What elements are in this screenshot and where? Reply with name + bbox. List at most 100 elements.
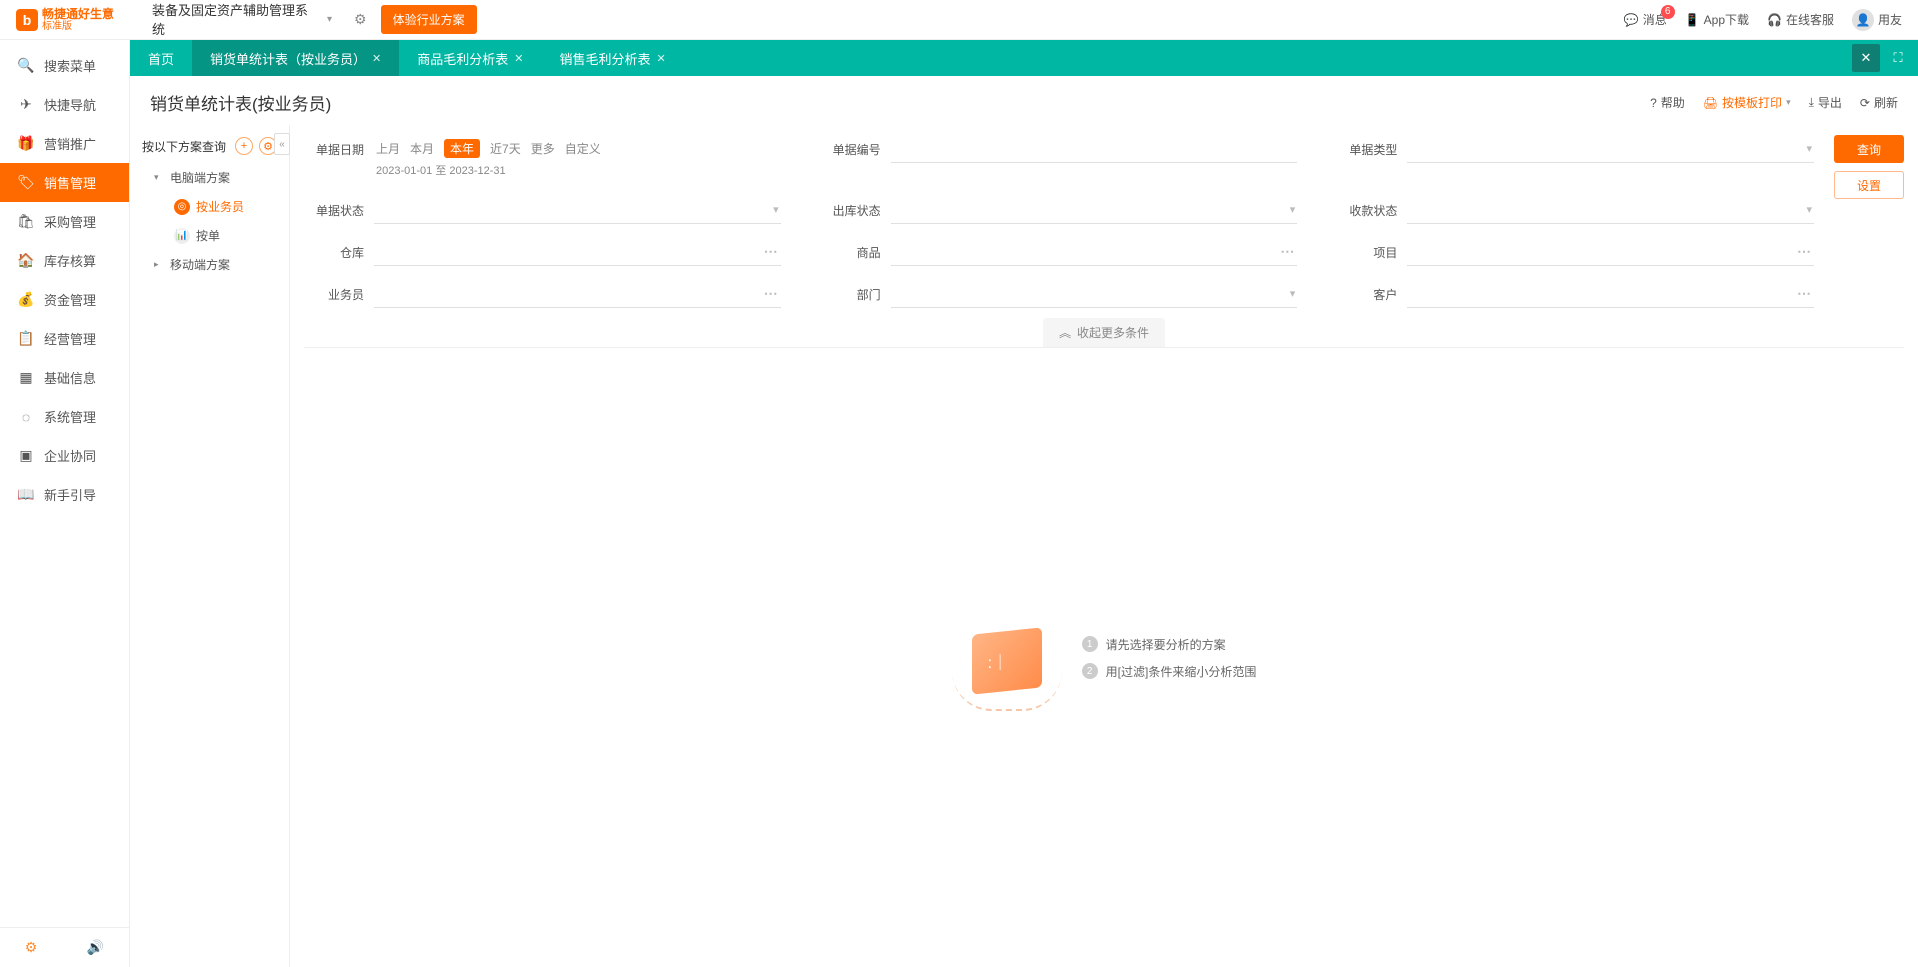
fullscreen-button[interactable]: ⛶ [1884,44,1912,72]
export-icon: ⤓ [1809,95,1814,110]
close-icon[interactable]: ✕ [657,52,666,65]
collapse-scheme-panel-button[interactable]: « [274,133,290,155]
sidebar-item-label: 采购管理 [44,212,96,231]
order-type-select[interactable]: ▾ [1407,135,1814,163]
add-scheme-button[interactable]: + [235,137,253,155]
topbar-right: 💬 消息 6 📱 App下载 🎧 在线客服 👤 用友 [1624,9,1902,31]
tree-mobile-schemes[interactable]: ▸移动端方案 [138,250,281,279]
customer-picker[interactable]: ⋯ [1407,280,1814,308]
settings-gear-icon[interactable]: ⚙ [25,939,38,956]
sidebar-item-marketing[interactable]: 🎁营销推广 [0,124,129,163]
topbar: b 畅捷通好生意 标准版 装备及固定资产辅助管理系统 ▾ ⚙ 体验行业方案 💬 … [0,0,1918,40]
sidebar-item-quick-nav[interactable]: ✈快捷导航 [0,85,129,124]
collapse-filters-button[interactable]: ︽ 收起更多条件 [1043,318,1165,347]
circle-icon: ◌ [18,409,34,425]
chevron-down-icon: ▾ [327,14,332,25]
sidebar-item-search-menu[interactable]: 🔍搜索菜单 [0,46,129,85]
print-template-button[interactable]: 🖨按模板打印▾ [1703,94,1791,111]
tree-pc-schemes[interactable]: ▾ 电脑端方案 [138,163,281,192]
date-last-month[interactable]: 上月 [376,140,400,157]
chevron-down-icon: ▾ [1806,203,1812,216]
warehouse-picker[interactable]: ⋯ [374,238,781,266]
empty-step-1: 1请先选择要分析的方案 [1082,636,1257,653]
system-name: 装备及固定资产辅助管理系统 [152,0,317,38]
tree-label: 移动端方案 [170,256,230,273]
tree-label: 电脑端方案 [170,169,230,186]
sidebar-item-purchase[interactable]: 🛍采购管理 [0,202,129,241]
tab-sales-stats[interactable]: 销货单统计表（按业务员） ✕ [192,40,399,76]
refresh-button[interactable]: ⟳刷新 [1860,94,1898,111]
project-picker[interactable]: ⋯ [1407,238,1814,266]
close-icon[interactable]: ✕ [372,52,381,65]
brand-logo: b 畅捷通好生意 标准版 [16,8,126,32]
customer-service-link[interactable]: 🎧 在线客服 [1767,11,1834,28]
sidebar-item-funds[interactable]: 💰资金管理 [0,280,129,319]
system-selector[interactable]: 装备及固定资产辅助管理系统 ▾ [142,0,342,43]
caret-down-icon: ▾ [154,172,164,183]
help-link[interactable]: ?帮助 [1650,94,1685,111]
logo-icon: b [16,9,38,31]
sidebar-item-label: 新手引导 [44,485,96,504]
app-download-link[interactable]: 📱 App下载 [1685,11,1749,28]
settings-button[interactable]: 设置 [1834,171,1904,199]
more-icon: ⋯ [1797,285,1812,302]
field-project: 项目 ⋯ [1337,238,1814,266]
tab-sales-profit[interactable]: 销售毛利分析表 ✕ [541,40,683,76]
query-button[interactable]: 查询 [1834,135,1904,163]
tab-home[interactable]: 首页 [130,40,192,76]
department-select[interactable]: ▾ [891,280,1298,308]
gear-icon[interactable]: ⚙ [354,11,367,28]
empty-step-2: 2用[过滤]条件来缩小分析范围 [1082,663,1257,680]
step-badge: 2 [1082,663,1098,679]
sidebar-item-label: 资金管理 [44,290,96,309]
result-area: :｜ 1请先选择要分析的方案 2用[过滤]条件来缩小分析范围 [304,347,1904,967]
user-name: 用友 [1878,11,1902,28]
tab-product-profit[interactable]: 商品毛利分析表 ✕ [399,40,541,76]
sidebar-item-sales[interactable]: 🏷销售管理 [0,163,129,202]
sidebar-item-operations[interactable]: 📋经营管理 [0,319,129,358]
messages-link[interactable]: 💬 消息 6 [1624,11,1667,28]
order-status-select[interactable]: ▾ [374,196,781,224]
date-range-display: 2023-01-01 至 2023-12-31 [376,162,779,178]
sidebar-item-system[interactable]: ◌系统管理 [0,397,129,436]
export-button[interactable]: ⤓导出 [1809,94,1842,111]
tab-label: 销货单统计表（按业务员） [210,49,366,68]
date-this-year[interactable]: 本年 [444,139,480,158]
brand-name: 畅捷通好生意 [42,8,114,20]
close-all-tabs-button[interactable]: ✕ [1852,44,1880,72]
out-status-select[interactable]: ▾ [891,196,1298,224]
sidebar-item-guide[interactable]: 📖新手引导 [0,475,129,514]
empty-illustration: :｜ [952,613,1062,703]
salesman-picker[interactable]: ⋯ [374,280,781,308]
sound-icon[interactable]: 🔊 [87,939,104,956]
page-header: 销货单统计表(按业务员) ?帮助 🖨按模板打印▾ ⤓导出 ⟳刷新 [130,76,1918,125]
sidebar-item-label: 营销推广 [44,134,96,153]
user-menu[interactable]: 👤 用友 [1852,9,1902,31]
date-this-month[interactable]: 本月 [410,140,434,157]
sidebar-item-basic[interactable]: ▦基础信息 [0,358,129,397]
pay-status-select[interactable]: ▾ [1407,196,1814,224]
print-icon: 🖨 [1703,96,1718,110]
field-label: 仓库 [304,238,364,261]
tree-label: 按业务员 [196,198,244,215]
help-label: 帮助 [1661,94,1685,111]
scheme-panel: 按以下方案查询 + ⚙ « ▾电脑端方案 ◎按业务员 📊按单 ▸移动端方案 [130,125,290,967]
date-custom[interactable]: 自定义 [565,140,601,157]
order-no-input[interactable] [891,135,1298,163]
tree-by-order[interactable]: 📊按单 [138,221,281,250]
experience-industry-button[interactable]: 体验行业方案 [381,5,477,34]
tree-label: 按单 [196,227,220,244]
date-more[interactable]: 更多 [531,140,555,157]
clipboard-icon: 📋 [18,331,34,347]
sidebar-item-enterprise[interactable]: ▣企业协同 [0,436,129,475]
field-label: 单据状态 [304,196,364,219]
tree-by-salesman[interactable]: ◎按业务员 [138,192,281,221]
field-label: 客户 [1337,280,1397,303]
sidebar-item-label: 企业协同 [44,446,96,465]
date-last7[interactable]: 近7天 [490,140,521,157]
sidebar-item-inventory[interactable]: 🏠库存核算 [0,241,129,280]
field-label: 项目 [1337,238,1397,261]
product-picker[interactable]: ⋯ [891,238,1298,266]
field-label: 单据编号 [821,135,881,158]
close-icon[interactable]: ✕ [514,52,523,65]
